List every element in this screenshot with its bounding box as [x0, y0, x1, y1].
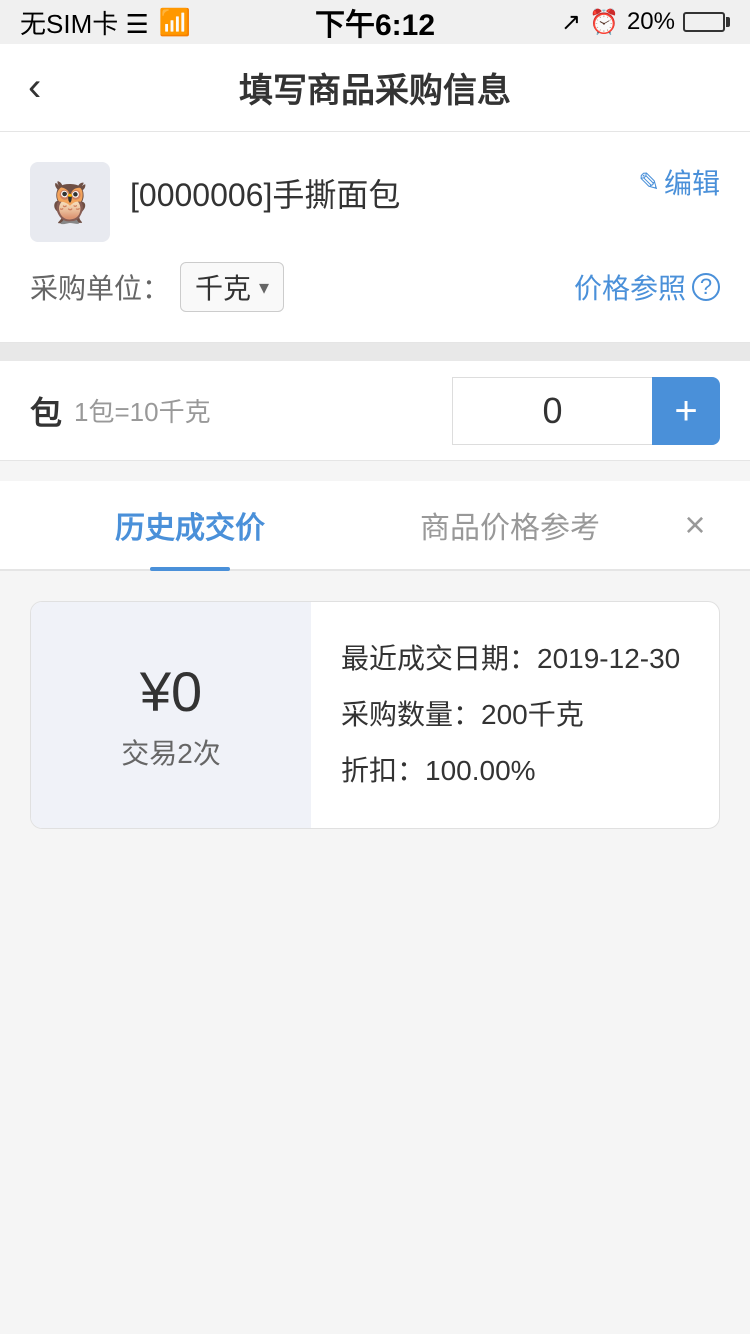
- currency-symbol: ¥: [140, 660, 171, 723]
- quantity-input-group: 0 +: [452, 377, 720, 445]
- quantity-plus-button[interactable]: +: [652, 377, 720, 445]
- tab-history-label: 历史成交价: [115, 503, 265, 547]
- tab-close-button[interactable]: ×: [670, 500, 720, 550]
- back-button[interactable]: ‹: [28, 65, 41, 110]
- quantity-detail-label: 采购数量：: [341, 699, 481, 730]
- edit-button[interactable]: ✎ 编辑: [638, 162, 720, 202]
- quantity-label: 包 1包=10千克: [30, 388, 211, 434]
- tab-active-indicator: [150, 567, 230, 571]
- content-area: 历史成交价 商品价格参考 × ¥0 交易2次 最近成交日期：2019-12-30…: [0, 481, 750, 1081]
- quantity-detail-value: 200千克: [481, 699, 584, 730]
- close-icon: ×: [684, 504, 705, 546]
- transaction-price-section: ¥0 交易2次: [31, 602, 311, 828]
- location-icon: ↗: [561, 8, 581, 37]
- product-owl-icon: 🦉: [45, 179, 95, 226]
- help-icon: ?: [692, 273, 720, 301]
- unit-label: 采购单位：: [30, 267, 170, 307]
- product-unit-row: 采购单位： 千克 ▾ 价格参照 ?: [30, 262, 720, 312]
- recent-date-label: 最近成交日期：: [341, 643, 537, 674]
- discount-label: 折扣：: [341, 755, 425, 786]
- section-divider: [0, 343, 750, 361]
- tab-price-reference[interactable]: 商品价格参考: [350, 481, 670, 569]
- carrier-text: 无SIM卡 ☰: [20, 4, 149, 41]
- transaction-price: ¥0: [140, 659, 202, 724]
- status-right: ↗ ⏰ 20%: [561, 8, 730, 37]
- dropdown-arrow-icon: ▾: [259, 275, 269, 300]
- product-top: 🦉 [0000006]手撕面包 ✎ 编辑: [30, 162, 720, 242]
- tab-history-price[interactable]: 历史成交价: [30, 481, 350, 569]
- unit-selector-dropdown[interactable]: 千克 ▾: [180, 262, 284, 312]
- product-name: [0000006]手撕面包: [130, 162, 400, 216]
- nav-bar: ‹ 填写商品采购信息: [0, 44, 750, 132]
- quantity-conversion: 1包=10千克: [74, 392, 211, 429]
- quantity-input[interactable]: 0: [452, 377, 652, 445]
- discount-row: 折扣：100.00%: [341, 750, 689, 792]
- quantity-row-detail: 采购数量：200千克: [341, 694, 689, 736]
- unit-value: 千克: [195, 267, 251, 307]
- status-time: 下午6:12: [315, 0, 435, 44]
- battery-percent: 20%: [627, 8, 675, 36]
- plus-icon: +: [674, 391, 697, 431]
- edit-icon: ✎: [638, 167, 660, 198]
- quantity-row: 包 1包=10千克 0 +: [0, 361, 750, 461]
- transaction-times: 交易2次: [121, 732, 221, 772]
- status-left: 无SIM卡 ☰ 📶: [20, 4, 191, 41]
- alarm-icon: ⏰: [589, 8, 619, 37]
- product-card: 🦉 [0000006]手撕面包 ✎ 编辑 采购单位： 千克 ▾ 价格参照 ?: [0, 132, 750, 343]
- unit-section: 采购单位： 千克 ▾: [30, 262, 284, 312]
- price-reference-link[interactable]: 价格参照 ?: [574, 267, 720, 307]
- status-bar: 无SIM卡 ☰ 📶 下午6:12 ↗ ⏰ 20%: [0, 0, 750, 44]
- recent-date-row: 最近成交日期：2019-12-30: [341, 638, 689, 680]
- battery-icon: [683, 12, 730, 32]
- tab-bar: 历史成交价 商品价格参考 ×: [0, 481, 750, 571]
- transaction-details: 最近成交日期：2019-12-30 采购数量：200千克 折扣：100.00%: [311, 602, 719, 828]
- product-left: 🦉 [0000006]手撕面包: [30, 162, 400, 242]
- price-value: 0: [171, 660, 202, 723]
- discount-value: 100.00%: [425, 755, 536, 786]
- tab-price-ref-label: 商品价格参考: [420, 503, 600, 547]
- wifi-icon: 📶: [159, 7, 191, 38]
- product-thumbnail: 🦉: [30, 162, 110, 242]
- page-title: 填写商品采购信息: [239, 63, 511, 112]
- transaction-card: ¥0 交易2次 最近成交日期：2019-12-30 采购数量：200千克 折扣：…: [30, 601, 720, 829]
- recent-date-value: 2019-12-30: [537, 643, 680, 674]
- quantity-unit: 包: [30, 388, 62, 434]
